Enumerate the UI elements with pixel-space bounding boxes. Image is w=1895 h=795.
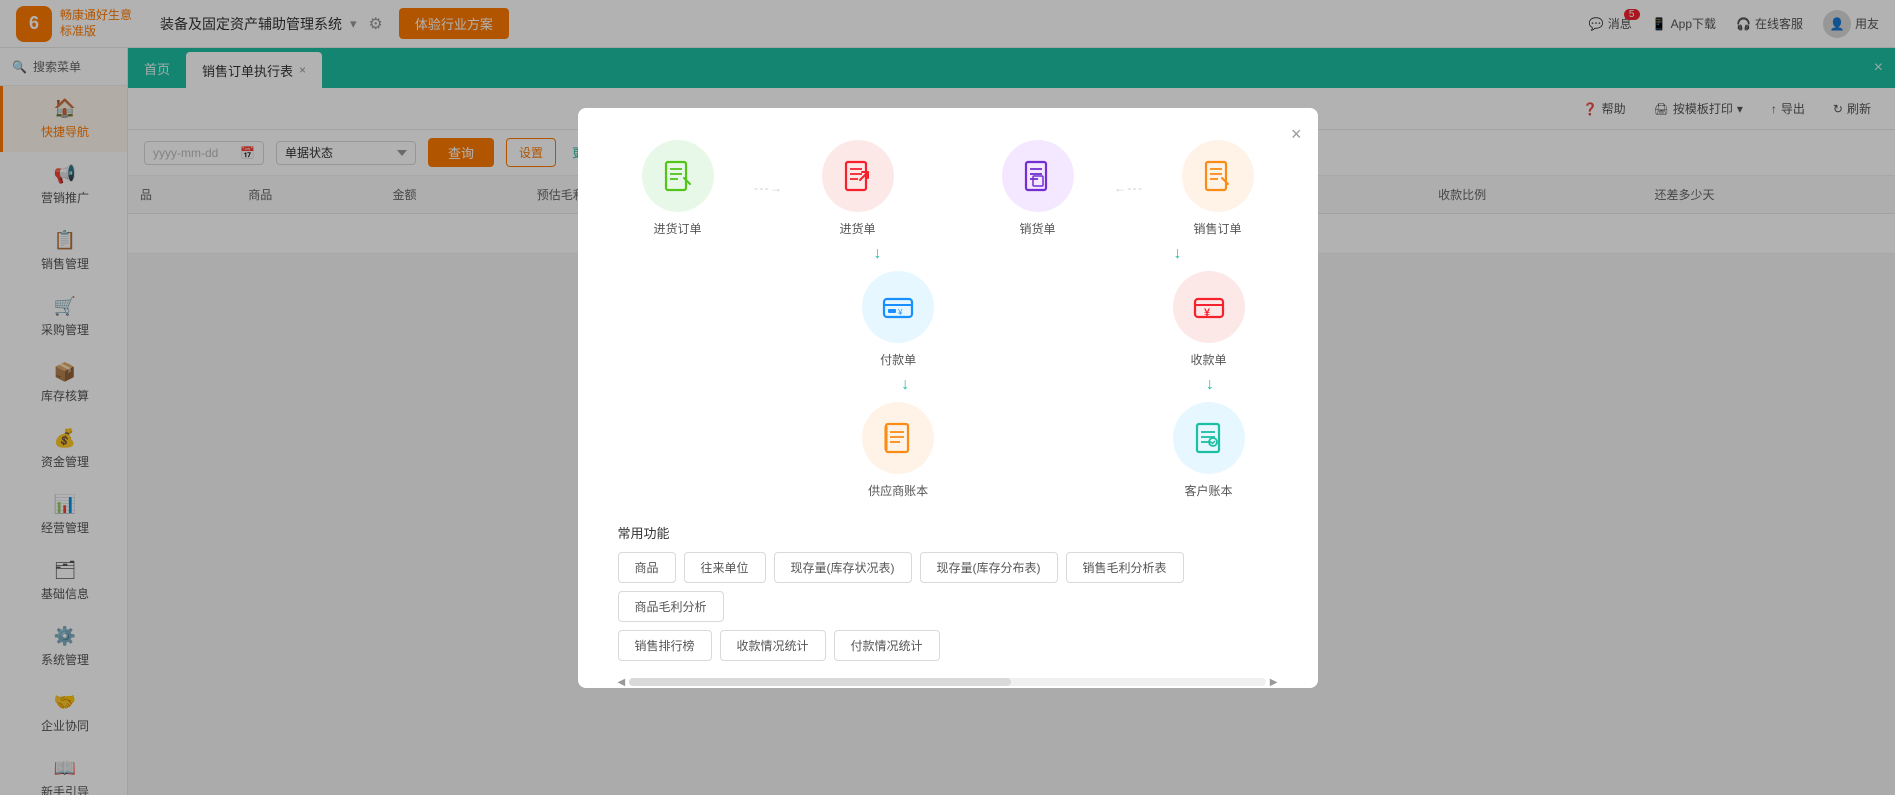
common-functions: 常用功能 商品 往来单位 现存量(库存状况表) 现存量(库存分布表) 销售毛利分… — [618, 523, 1278, 661]
arrow-down-sales: ↓ — [1174, 245, 1182, 263]
func-btn-stock-status[interactable]: 现存量(库存状况表) — [774, 552, 912, 583]
node-supplier-book[interactable]: 供应商账本 — [829, 402, 967, 499]
node-customer-book[interactable]: 客户账本 — [1140, 402, 1278, 499]
func-btn-receipt-stat[interactable]: 收款情况统计 — [720, 630, 826, 661]
sales-order-circle — [1182, 140, 1254, 212]
purchase-order-circle — [642, 140, 714, 212]
common-functions-title: 常用功能 — [618, 523, 1278, 542]
arrow-down-receipt: ↓ — [1206, 376, 1214, 394]
arrow-down-purchase: ↓ — [874, 245, 882, 263]
node-sales-bill[interactable]: 销货单 — [978, 140, 1098, 237]
node-purchase-bill[interactable]: 进货单 — [798, 140, 918, 237]
scroll-right-btn[interactable]: ▶ — [1270, 677, 1278, 688]
modal-close-btn[interactable]: × — [1291, 124, 1302, 145]
modal: × 进货订单 - - - → 进货单 — [578, 108, 1318, 688]
arrow-down-payment: ↓ — [901, 376, 909, 394]
func-btn-payment-stat[interactable]: 付款情况统计 — [834, 630, 940, 661]
scrollbar-thumb — [629, 678, 1011, 686]
flow-row-2: ¥ 付款单 ¥ 收款单 — [618, 271, 1278, 368]
purchase-order-label: 进货订单 — [653, 220, 701, 237]
node-sales-order[interactable]: 销售订单 — [1158, 140, 1278, 237]
func-btn-sales-rank[interactable]: 销售排行榜 — [618, 630, 712, 661]
payment-bill-circle: ¥ — [862, 271, 934, 343]
receipt-bill-label: 收款单 — [1191, 351, 1227, 368]
modal-overlay[interactable]: × 进货订单 - - - → 进货单 — [0, 0, 1895, 795]
arrow-2: ← - - - — [1098, 181, 1158, 195]
payment-bill-label: 付款单 — [880, 351, 916, 368]
flow-row-3: 供应商账本 客户账本 — [618, 402, 1278, 499]
func-btn-stock-dist[interactable]: 现存量(库存分布表) — [920, 552, 1058, 583]
func-btn-product[interactable]: 商品 — [618, 552, 676, 583]
customer-book-label: 客户账本 — [1185, 482, 1233, 499]
scrollbar-row: ◀ ▶ — [618, 677, 1278, 688]
supplier-book-label: 供应商账本 — [868, 482, 928, 499]
func-buttons-row1: 商品 往来单位 现存量(库存状况表) 现存量(库存分布表) 销售毛利分析表 商品… — [618, 552, 1278, 622]
flow-row-arrows-down2: ↓ ↓ — [618, 376, 1278, 394]
sales-bill-label: 销货单 — [1019, 220, 1055, 237]
scroll-left-btn[interactable]: ◀ — [618, 677, 626, 688]
flow-row-1: 进货订单 - - - → 进货单 — [618, 140, 1278, 237]
svg-text:¥: ¥ — [897, 308, 903, 317]
supplier-book-circle — [862, 402, 934, 474]
func-btn-sales-margin[interactable]: 销售毛利分析表 — [1066, 552, 1184, 583]
sales-order-label: 销售订单 — [1193, 220, 1241, 237]
func-buttons-row2: 销售排行榜 收款情况统计 付款情况统计 — [618, 630, 1278, 661]
func-btn-product-margin[interactable]: 商品毛利分析 — [618, 591, 724, 622]
node-receipt-bill[interactable]: ¥ 收款单 — [1140, 271, 1278, 368]
flow-row-arrows-down: ↓ ↓ — [618, 245, 1278, 263]
func-btn-partner[interactable]: 往来单位 — [684, 552, 766, 583]
customer-book-circle — [1173, 402, 1245, 474]
purchase-bill-circle — [822, 140, 894, 212]
scrollbar-track[interactable] — [629, 678, 1266, 686]
node-payment-bill[interactable]: ¥ 付款单 — [829, 271, 967, 368]
purchase-bill-label: 进货单 — [839, 220, 875, 237]
sales-bill-circle — [1002, 140, 1074, 212]
receipt-bill-circle: ¥ — [1173, 271, 1245, 343]
node-purchase-order[interactable]: 进货订单 — [618, 140, 738, 237]
svg-text:¥: ¥ — [1204, 307, 1211, 319]
arrow-1: - - - → — [738, 181, 798, 195]
flow-diagram: 进货订单 - - - → 进货单 — [618, 140, 1278, 507]
